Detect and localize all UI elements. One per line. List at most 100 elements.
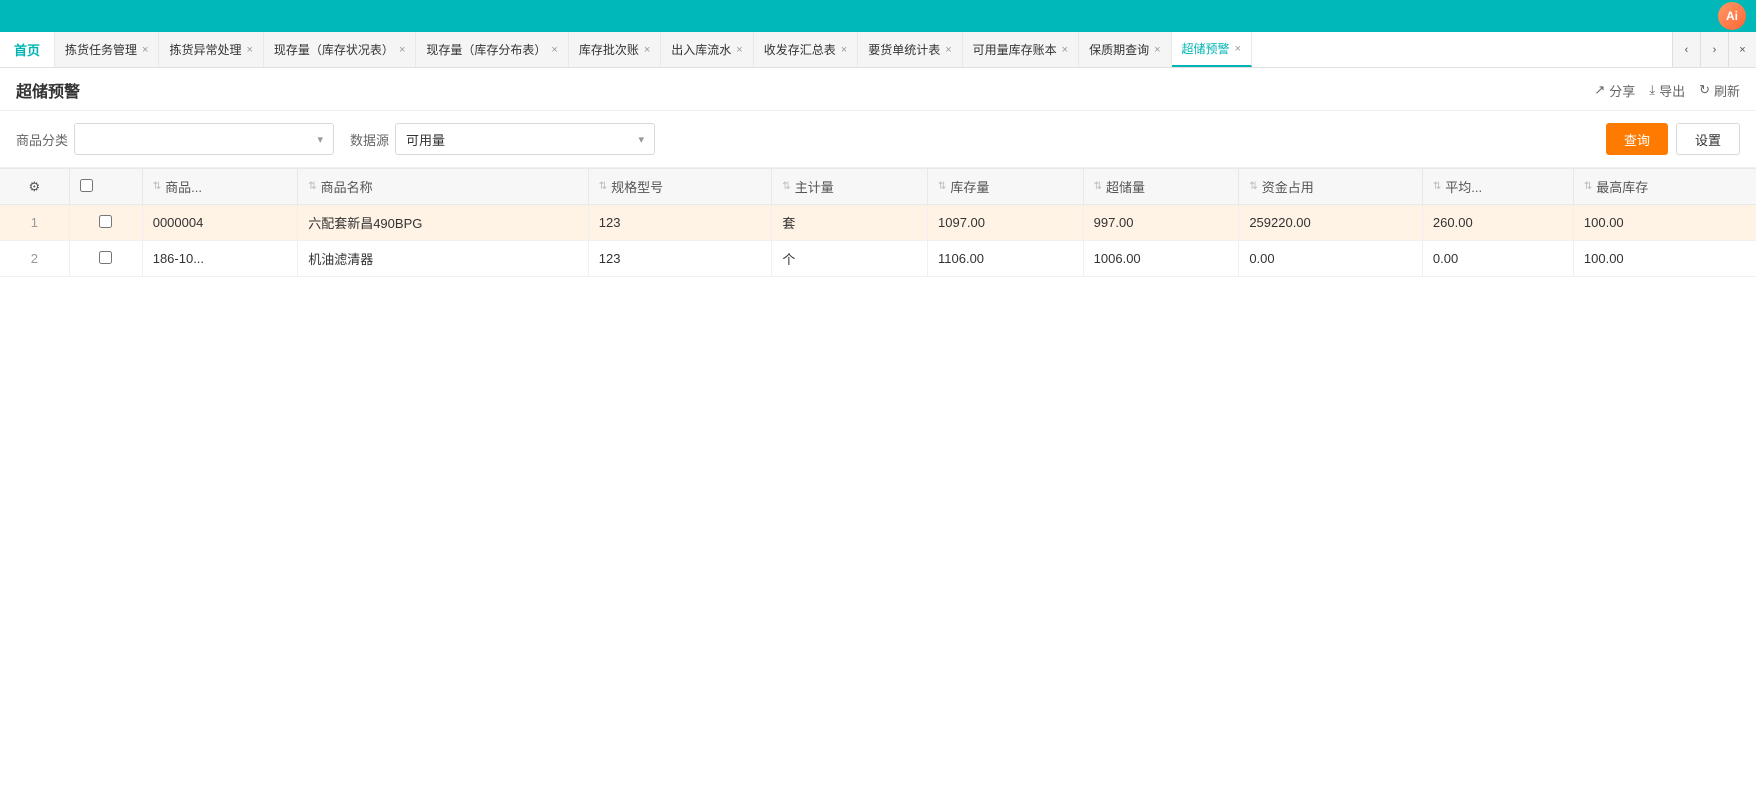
filter-bar: 商品分类 ▾ 数据源 可用量 ▾ 查询 设置 [0,111,1756,168]
settings-button[interactable]: 设置 [1676,123,1740,155]
table-header: ⚙⇅商品...⇅商品名称⇅规格型号⇅主计量⇅库存量⇅超储量⇅资金占用⇅平均...… [0,169,1756,205]
cell-capital-1: 0.00 [1239,241,1423,277]
tab-label-stock-status: 现存量（库存状况表） [274,41,394,58]
tab-order-stat[interactable]: 要货单统计表 × [858,32,962,67]
tab-close-task-mgmt[interactable]: × [142,44,148,56]
col-header-name[interactable]: ⇅商品名称 [298,169,589,205]
cell-stock-1: 1106.00 [928,241,1084,277]
row-select-checkbox[interactable] [99,251,112,264]
tab-label-collect: 收发存汇总表 [764,41,836,58]
export-label: 导出 [1659,81,1685,100]
tab-label-inout-flow: 出入库流水 [671,41,731,58]
col-header-unit[interactable]: ⇅ 主计量 [772,169,928,205]
sort-icon-overstock[interactable]: ⇅ [1094,181,1102,192]
tab-close-stock-dist[interactable]: × [551,44,557,56]
tab-stock-status[interactable]: 现存量（库存状况表） × [264,32,416,67]
category-chevron-icon: ▾ [317,133,323,146]
col-label-code: 商品... [165,177,202,196]
datasource-label: 数据源 [350,130,389,149]
filter-actions: 查询 设置 [1606,123,1740,155]
tab-label-abnormal: 拣货异常处理 [169,41,241,58]
tab-close-quality[interactable]: × [1154,44,1160,56]
tab-close-order-stat[interactable]: × [945,44,951,56]
tab-overstock[interactable]: 超储预警 × [1172,32,1252,67]
category-label: 商品分类 [16,130,68,149]
row-select-checkbox[interactable] [99,215,112,228]
query-button[interactable]: 查询 [1606,123,1668,155]
tab-stock-dist[interactable]: 现存量（库存分布表） × [416,32,568,67]
col-label-unit: 主计量 [795,177,834,196]
avatar[interactable]: Ai [1718,2,1746,30]
cell-avg-0: 260.00 [1422,205,1573,241]
sort-icon-spec[interactable]: ⇅ [599,181,607,192]
row-num-1: 2 [0,241,69,277]
col-label-maxstock: 最高库存 [1596,177,1648,196]
table-row: 2186-10...机油滤清器123个1106.001006.000.000.0… [0,241,1756,277]
tab-label-order-stat: 要货单统计表 [868,41,940,58]
sort-icon-avg[interactable]: ⇅ [1433,181,1441,192]
tab-label-overstock: 超储预警 [1182,40,1230,57]
cell-spec-1: 123 [588,241,772,277]
cell-overstock-1: 1006.00 [1083,241,1239,277]
datasource-chevron-icon: ▾ [639,133,645,146]
tab-task-mgmt[interactable]: 拣货任务管理 × [55,32,159,67]
col-header-capital[interactable]: ⇅ 资金占用 [1239,169,1423,205]
sort-icon-code[interactable]: ⇅ [153,181,161,192]
page-title: 超储预警 [16,78,80,102]
col-header-settings: ⚙ [0,169,69,205]
tab-close-overstock[interactable]: × [1235,43,1241,55]
row-checkbox-0[interactable] [69,205,142,241]
col-label-capital: 资金占用 [1262,177,1314,196]
share-button[interactable]: ↗ 分享 [1594,81,1635,100]
col-header-avg[interactable]: ⇅平均... [1422,169,1573,205]
page-header: 超储预警 ↗ 分享 ⤓ 导出 ↻ 刷新 [0,68,1756,111]
col-header-code[interactable]: ⇅ 商品... [142,169,297,205]
row-num-0: 1 [0,205,69,241]
tab-collect[interactable]: 收发存汇总表 × [754,32,858,67]
tab-label-stock-dist: 现存量（库存分布表） [426,41,546,58]
tab-close-collect[interactable]: × [841,44,847,56]
tab-close-inout-flow[interactable]: × [736,44,742,56]
col-header-overstock[interactable]: ⇅超储量 [1083,169,1239,205]
sort-icon-stock[interactable]: ⇅ [938,181,946,192]
nav-arrows: ‹ › × [1672,32,1756,68]
table-body: 10000004六配套新昌490BPG123套1097.00997.002592… [0,205,1756,277]
table-row: 10000004六配套新昌490BPG123套1097.00997.002592… [0,205,1756,241]
tab-inout-flow[interactable]: 出入库流水 × [661,32,753,67]
col-header-spec[interactable]: ⇅规格型号 [588,169,772,205]
cell-name-1: 机油滤清器 [298,241,589,277]
export-icon: ⤓ [1649,82,1655,98]
row-checkbox-1[interactable] [69,241,142,277]
cell-code-1: 186-10... [142,241,297,277]
sort-icon-unit[interactable]: ⇅ [782,181,790,192]
gear-icon[interactable]: ⚙ [28,179,40,194]
category-select[interactable]: ▾ [74,123,334,155]
nav-close-button[interactable]: × [1728,32,1756,68]
share-label: 分享 [1609,81,1635,100]
sort-icon-capital[interactable]: ⇅ [1249,181,1257,192]
tab-close-abnormal[interactable]: × [246,44,252,56]
tab-label-quality: 保质期查询 [1089,41,1149,58]
col-header-maxstock[interactable]: ⇅ 最高库存 [1573,169,1756,205]
nav-next-button[interactable]: › [1700,32,1728,68]
tab-label-avail-ledger: 可用量库存账本 [973,41,1057,58]
nav-prev-button[interactable]: ‹ [1672,32,1700,68]
tab-home[interactable]: 首页 [0,32,55,67]
sort-icon-maxstock[interactable]: ⇅ [1584,181,1592,192]
tab-label-task-mgmt: 拣货任务管理 [65,41,137,58]
tab-avail-ledger[interactable]: 可用量库存账本 × [963,32,1079,67]
refresh-button[interactable]: ↻ 刷新 [1699,81,1740,100]
tab-abnormal[interactable]: 拣货异常处理 × [159,32,263,67]
tab-batch[interactable]: 库存批次账× [569,32,661,67]
sort-icon-name[interactable]: ⇅ [308,181,316,192]
tab-close-avail-ledger[interactable]: × [1062,44,1068,56]
select-all-checkbox[interactable] [80,179,93,192]
col-header-stock[interactable]: ⇅库存量 [928,169,1084,205]
tab-close-stock-status[interactable]: × [399,44,405,56]
cell-spec-0: 123 [588,205,772,241]
tab-close-batch[interactable]: × [644,44,650,56]
datasource-select[interactable]: 可用量 ▾ [395,123,655,155]
export-button[interactable]: ⤓ 导出 [1649,81,1685,100]
tab-quality[interactable]: 保质期查询 × [1079,32,1171,67]
cell-unit-0: 套 [772,205,928,241]
